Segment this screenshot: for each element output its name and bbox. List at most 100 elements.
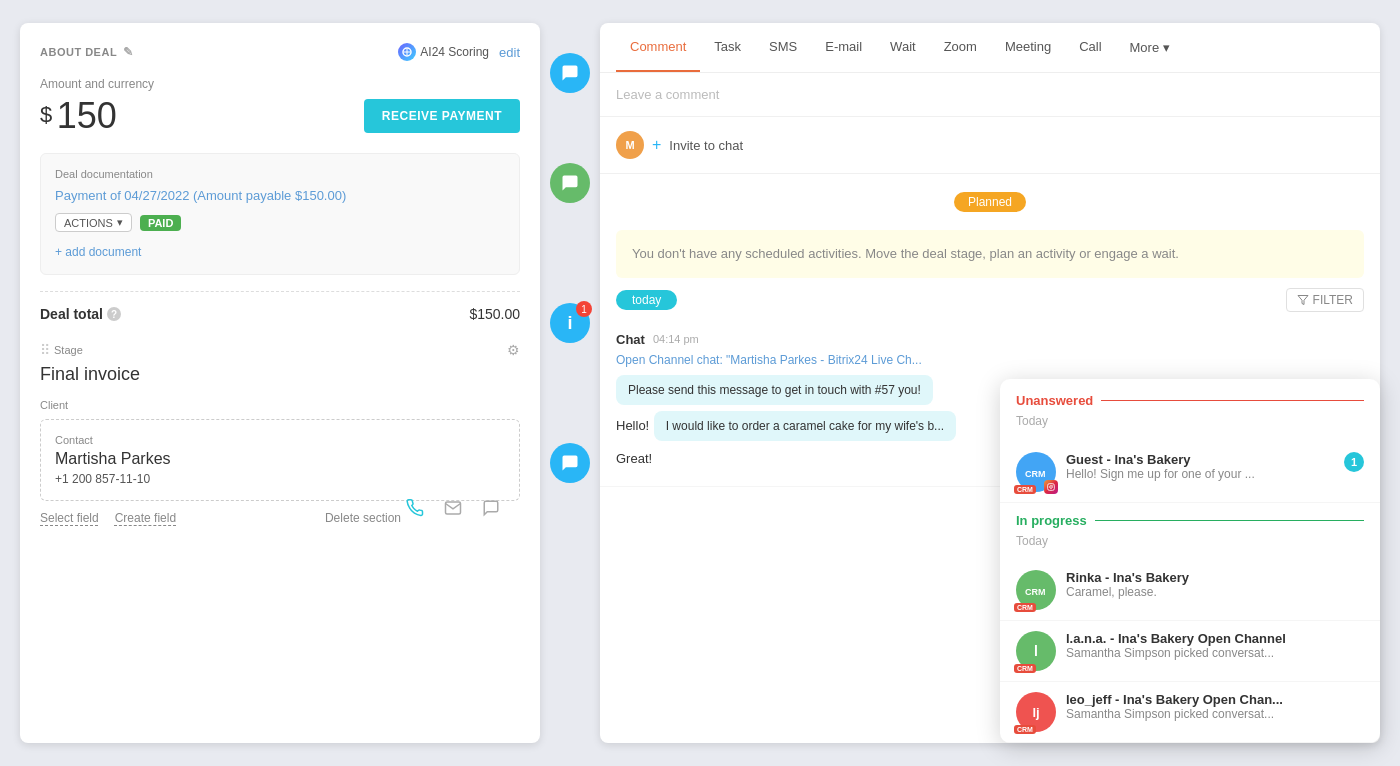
right-content: Comment Task SMS E-mail Wait Zoom Meetin… xyxy=(600,23,1380,743)
field-actions: Select field Create field xyxy=(40,511,176,525)
badge-row: ACTIONS ▾ PAID xyxy=(55,213,505,232)
timeline-column: i 1 xyxy=(540,23,600,743)
chat-info: Rinka - Ina's Bakery Caramel, please. xyxy=(1066,570,1364,599)
comment-input-area[interactable]: Leave a comment xyxy=(600,73,1380,117)
amount-value: 150 xyxy=(57,95,117,136)
planned-row: Planned xyxy=(600,174,1380,230)
contact-label: Contact xyxy=(55,434,505,446)
planned-badge: Planned xyxy=(954,192,1026,212)
chat-list-item-inprogress-1[interactable]: l CRM l.a.n.a. - Ina's Bakery Open Chann… xyxy=(1000,621,1380,682)
about-deal-label: ABOUT DEAL xyxy=(40,46,117,58)
chat-time: 04:14 pm xyxy=(653,333,699,345)
select-field-link[interactable]: Select field xyxy=(40,511,99,525)
invite-row: M + Invite to chat xyxy=(600,117,1380,174)
timeline-icon-chat2 xyxy=(550,443,590,483)
svg-point-7 xyxy=(1052,485,1053,486)
chat-list-item-unanswered-0[interactable]: CRM CRM Guest - Ina xyxy=(1000,442,1380,503)
deal-total-label: Deal total ? xyxy=(40,306,121,322)
tab-call[interactable]: Call xyxy=(1065,23,1115,72)
client-label: Client xyxy=(40,399,520,411)
chat-name: Guest - Ina's Bakery xyxy=(1066,452,1334,467)
filter-button[interactable]: FILTER xyxy=(1286,288,1364,312)
stage-section-label: ⠿ Stage xyxy=(40,342,83,358)
popup-panel: Unanswered Today CRM CRM xyxy=(1000,379,1380,743)
amount-row: $ 150 RECEIVE PAYMENT xyxy=(40,95,520,137)
contact-actions xyxy=(401,494,505,522)
info-box: You don't have any scheduled activities.… xyxy=(616,230,1364,278)
timeline-icon-chat xyxy=(550,53,590,93)
tab-zoom[interactable]: Zoom xyxy=(930,23,991,72)
tab-email[interactable]: E-mail xyxy=(811,23,876,72)
header-right: AI24 Scoring edit xyxy=(398,43,520,61)
stage-value: Final invoice xyxy=(40,364,520,385)
crm-badge: CRM xyxy=(1014,603,1036,612)
unread-badge: 1 xyxy=(1344,452,1364,472)
chat-name: leo_jeff - Ina's Bakery Open Chan... xyxy=(1066,692,1364,707)
panel-header: ABOUT DEAL ✎ AI24 Scoring xyxy=(40,43,520,61)
plus-icon[interactable]: + xyxy=(652,136,661,154)
in-progress-date: Today xyxy=(1016,532,1364,556)
ai-scoring-badge: AI24 Scoring xyxy=(398,43,489,61)
timeline-icon-info: i 1 xyxy=(550,303,590,343)
help-icon[interactable]: ? xyxy=(107,307,121,321)
chat-title: Chat xyxy=(616,332,645,347)
deal-doc-label: Deal documentation xyxy=(55,168,505,180)
chat-list-item-inprogress-0[interactable]: CRM CRM Rinka - Ina's Bakery Caramel, pl… xyxy=(1000,560,1380,621)
amount-label: Amount and currency xyxy=(40,77,520,91)
chat-icon[interactable] xyxy=(477,494,505,522)
actions-dropdown[interactable]: ACTIONS ▾ xyxy=(55,213,132,232)
chat-bubble-1: Please send this message to get in touch… xyxy=(616,375,933,405)
tab-task[interactable]: Task xyxy=(700,23,755,72)
svg-point-6 xyxy=(1050,486,1053,489)
instagram-icon xyxy=(1044,480,1058,494)
unanswered-section-label: Unanswered xyxy=(1016,393,1364,408)
comment-placeholder[interactable]: Leave a comment xyxy=(616,87,1364,102)
chat-list-item-inprogress-2[interactable]: lj CRM leo_jeff - Ina's Bakery Open Chan… xyxy=(1000,682,1380,743)
chat-avatar: CRM CRM xyxy=(1016,452,1056,492)
chat-open-link[interactable]: Open Channel chat: "Martisha Parkes - Bi… xyxy=(616,353,1364,367)
stage-label: Stage xyxy=(54,344,83,356)
invite-to-chat-link[interactable]: Invite to chat xyxy=(669,138,743,153)
unanswered-line xyxy=(1101,400,1364,401)
chat-header: Chat 04:14 pm xyxy=(616,332,1364,347)
chat-preview: Caramel, please. xyxy=(1066,585,1364,599)
tab-comment[interactable]: Comment xyxy=(616,23,700,72)
panel-title: ABOUT DEAL ✎ xyxy=(40,45,134,59)
drag-handle-icon[interactable]: ⠿ xyxy=(40,342,50,358)
chat-preview: Hello! Sign me up for one of your ... xyxy=(1066,467,1334,481)
chat-avatar: l CRM xyxy=(1016,631,1056,671)
edit-link[interactable]: edit xyxy=(499,45,520,60)
receive-payment-button[interactable]: RECEIVE PAYMENT xyxy=(364,99,520,133)
pencil-icon[interactable]: ✎ xyxy=(123,45,134,59)
svg-marker-3 xyxy=(1298,295,1308,304)
tab-meeting[interactable]: Meeting xyxy=(991,23,1065,72)
add-document-link[interactable]: + add document xyxy=(55,245,141,259)
bottom-actions: Select field Create field Delete section xyxy=(40,511,401,525)
chat-avatar: lj CRM xyxy=(1016,692,1056,732)
deal-doc-box: Deal documentation Payment of 04/27/2022… xyxy=(40,153,520,275)
contact-box: Contact Martisha Parkes +1 200 857-11-10 xyxy=(40,419,520,501)
chat-preview: Samantha Simpson picked conversat... xyxy=(1066,646,1364,660)
stage-section-header: ⠿ Stage ⚙ xyxy=(40,342,520,358)
tab-wait[interactable]: Wait xyxy=(876,23,930,72)
gear-icon[interactable]: ⚙ xyxy=(507,342,520,358)
paid-badge: PAID xyxy=(140,215,181,231)
svg-text:CRM: CRM xyxy=(1025,587,1046,597)
tabs-bar: Comment Task SMS E-mail Wait Zoom Meetin… xyxy=(600,23,1380,73)
ai-icon xyxy=(398,43,416,61)
chat-avatar: CRM CRM xyxy=(1016,570,1056,610)
user-avatar: M xyxy=(616,131,644,159)
chat-bubble-4: Great! xyxy=(616,447,652,470)
call-icon[interactable] xyxy=(401,494,429,522)
tab-sms[interactable]: SMS xyxy=(755,23,811,72)
delete-section-link[interactable]: Delete section xyxy=(325,511,401,525)
more-tab[interactable]: More ▾ xyxy=(1116,24,1185,71)
crm-badge: CRM xyxy=(1014,485,1036,494)
contact-name: Martisha Parkes xyxy=(55,450,505,468)
mail-icon[interactable] xyxy=(439,494,467,522)
actions-label: ACTIONS xyxy=(64,217,113,229)
deal-total-row: Deal total ? $150.00 xyxy=(40,302,520,326)
ai-scoring-label: AI24 Scoring xyxy=(420,45,489,59)
payment-link[interactable]: Payment of 04/27/2022 (Amount payable $1… xyxy=(55,188,505,203)
create-field-link[interactable]: Create field xyxy=(115,511,176,525)
